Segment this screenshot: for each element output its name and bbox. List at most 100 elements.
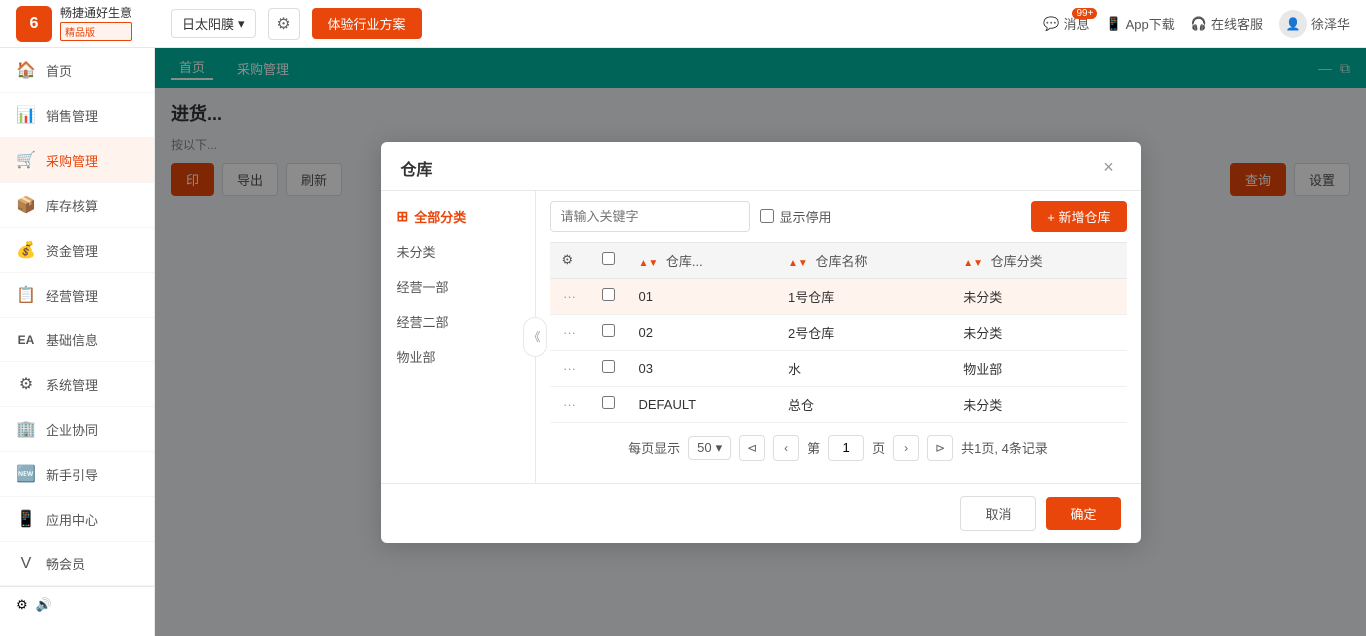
modal-footer: 取消 确定 — [381, 483, 1141, 543]
row-gear-1[interactable]: ··· — [550, 314, 590, 350]
th-name[interactable]: ▲▼ 仓库名称 — [776, 242, 951, 278]
confirm-button[interactable]: 确定 — [1046, 497, 1120, 530]
trial-button[interactable]: 体验行业方案 — [312, 8, 422, 39]
sidebar-item-inventory[interactable]: 📦 库存核算 — [0, 183, 154, 228]
per-page-select[interactable]: 50 ▾ — [688, 436, 731, 460]
category-item-2[interactable]: 经营二部 — [381, 304, 535, 339]
row-checkbox-1[interactable] — [602, 324, 615, 337]
table-row[interactable]: ··· 03 水 物业部 — [550, 350, 1127, 386]
page-next-button[interactable]: › — [893, 435, 919, 461]
phone-icon: 📱 — [1105, 16, 1121, 32]
headset-icon: 🎧 — [1191, 16, 1207, 32]
row-name-2: 水 — [776, 350, 951, 386]
cancel-button[interactable]: 取消 — [960, 496, 1036, 531]
logo-badge: 精品版 — [60, 22, 132, 41]
modal-header: 仓库 × — [381, 142, 1141, 191]
notification-badge: 99+ — [1072, 8, 1097, 19]
row-name-3: 总仓 — [776, 386, 951, 422]
sales-icon: 📊 — [16, 105, 36, 125]
row-category-2: 物业部 — [951, 350, 1126, 386]
sidebar-item-operation[interactable]: 📋 经营管理 — [0, 273, 154, 318]
sidebar-label-basic: 基础信息 — [46, 330, 98, 349]
page-input[interactable] — [828, 435, 864, 461]
row-checkbox-0[interactable] — [602, 288, 615, 301]
grid-icon: ⊞ — [397, 208, 409, 225]
total-info: 共1页, 4条记录 — [961, 438, 1048, 457]
sort-icon-category: ▲▼ — [963, 258, 983, 269]
sidebar-item-enterprise[interactable]: 🏢 企业协同 — [0, 407, 154, 452]
operation-icon: 📋 — [16, 285, 36, 305]
category-item-0[interactable]: 未分类 — [381, 234, 535, 269]
th-category[interactable]: ▲▼ 仓库分类 — [951, 242, 1126, 278]
search-button[interactable]: 🔍 — [747, 202, 750, 231]
row-category-3: 未分类 — [951, 386, 1126, 422]
online-service-item[interactable]: 🎧 在线客服 — [1191, 14, 1263, 33]
row-gear-0[interactable]: ··· — [550, 278, 590, 314]
search-input[interactable] — [551, 203, 747, 230]
inventory-icon: 📦 — [16, 195, 36, 215]
app-download-item[interactable]: 📱 App下载 — [1105, 14, 1174, 33]
store-name: 日太阳膜 — [182, 14, 234, 33]
table-row[interactable]: ··· 01 1号仓库 未分类 — [550, 278, 1127, 314]
page-first-button[interactable]: ⊲ — [739, 435, 765, 461]
category-collapse-button[interactable]: 《 — [523, 317, 547, 357]
user-area[interactable]: 👤 徐泽华 — [1279, 10, 1350, 38]
table-toolbar: 🔍 显示停用 + 新增仓库 — [550, 201, 1127, 232]
table-header: ⚙ ▲▼ 仓库... — [550, 242, 1127, 278]
show-disabled-checkbox[interactable] — [760, 209, 774, 223]
page-prev-button[interactable]: ‹ — [773, 435, 799, 461]
logo-area: 6 畅捷通好生意 精品版 — [16, 6, 171, 42]
modal-body: ⊞ 全部分类 未分类 经营一部 经营二部 物业部 — [381, 191, 1141, 483]
select-all-checkbox[interactable] — [602, 252, 615, 265]
row-cb-2 — [590, 350, 627, 386]
messages-item[interactable]: 💬 消息 99+ — [1043, 14, 1089, 33]
sidebar-item-finance[interactable]: 💰 资金管理 — [0, 228, 154, 273]
row-name-0: 1号仓库 — [776, 278, 951, 314]
row-gear-3[interactable]: ··· — [550, 386, 590, 422]
sidebar-label-purchase: 采购管理 — [46, 151, 98, 170]
sidebar-bottom[interactable]: ⚙ 🔊 — [0, 586, 154, 623]
sidebar-label-apps: 应用中心 — [46, 510, 98, 529]
select-arrow-icon: ▾ — [716, 440, 723, 456]
sidebar-item-guide[interactable]: 🆕 新手引导 — [0, 452, 154, 497]
table-row[interactable]: ··· 02 2号仓库 未分类 — [550, 314, 1127, 350]
row-category-0: 未分类 — [951, 278, 1126, 314]
per-page-label: 每页显示 — [628, 438, 680, 457]
search-box: 🔍 — [550, 201, 750, 232]
speaker-icon: 🔊 — [36, 597, 52, 613]
th-code[interactable]: ▲▼ 仓库... — [627, 242, 777, 278]
sidebar-label-finance: 资金管理 — [46, 241, 98, 260]
settings-icon[interactable]: ⚙ — [268, 8, 300, 40]
category-item-1[interactable]: 经营一部 — [381, 269, 535, 304]
sidebar-item-basic[interactable]: EA 基础信息 — [0, 318, 154, 362]
modal-close-button[interactable]: × — [1097, 156, 1121, 180]
header-right: 💬 消息 99+ 📱 App下载 🎧 在线客服 👤 徐泽华 — [1043, 10, 1350, 38]
sidebar-item-apps[interactable]: 📱 应用中心 — [0, 497, 154, 542]
top-header: 6 畅捷通好生意 精品版 日太阳膜 ▾ ⚙ 体验行业方案 💬 消息 99+ 📱 … — [0, 0, 1366, 48]
row-checkbox-3[interactable] — [602, 396, 615, 409]
sidebar-label-vip: 畅会员 — [46, 554, 85, 573]
sort-icon-name: ▲▼ — [788, 258, 808, 269]
row-gear-2[interactable]: ··· — [550, 350, 590, 386]
sidebar-item-home[interactable]: 🏠 首页 — [0, 48, 154, 93]
apps-icon: 📱 — [16, 509, 36, 529]
store-selector[interactable]: 日太阳膜 ▾ — [171, 9, 256, 38]
modal-title: 仓库 — [401, 156, 433, 180]
sidebar-label-system: 系统管理 — [46, 375, 98, 394]
main-layout: 🏠 首页 📊 销售管理 🛒 采购管理 📦 库存核算 💰 资金管理 📋 经营管理 … — [0, 48, 1366, 636]
sidebar-item-vip[interactable]: V 畅会员 — [0, 542, 154, 586]
table-row[interactable]: ··· DEFAULT 总仓 未分类 — [550, 386, 1127, 422]
table-panel: 🔍 显示停用 + 新增仓库 — [536, 191, 1141, 483]
sidebar-item-sales[interactable]: 📊 销售管理 — [0, 93, 154, 138]
modal-overlay: 仓库 × ⊞ 全部分类 未分类 经营一 — [155, 48, 1366, 636]
sidebar-item-system[interactable]: ⚙ 系统管理 — [0, 362, 154, 407]
category-item-3[interactable]: 物业部 — [381, 339, 535, 374]
category-all[interactable]: ⊞ 全部分类 — [381, 199, 535, 234]
row-checkbox-2[interactable] — [602, 360, 615, 373]
add-warehouse-button[interactable]: + 新增仓库 — [1031, 201, 1126, 232]
page-last-button[interactable]: ⊳ — [927, 435, 953, 461]
user-avatar: 👤 — [1279, 10, 1307, 38]
sidebar-item-purchase[interactable]: 🛒 采购管理 — [0, 138, 154, 183]
sidebar-label-home: 首页 — [46, 61, 72, 80]
show-disabled-label[interactable]: 显示停用 — [760, 207, 832, 226]
